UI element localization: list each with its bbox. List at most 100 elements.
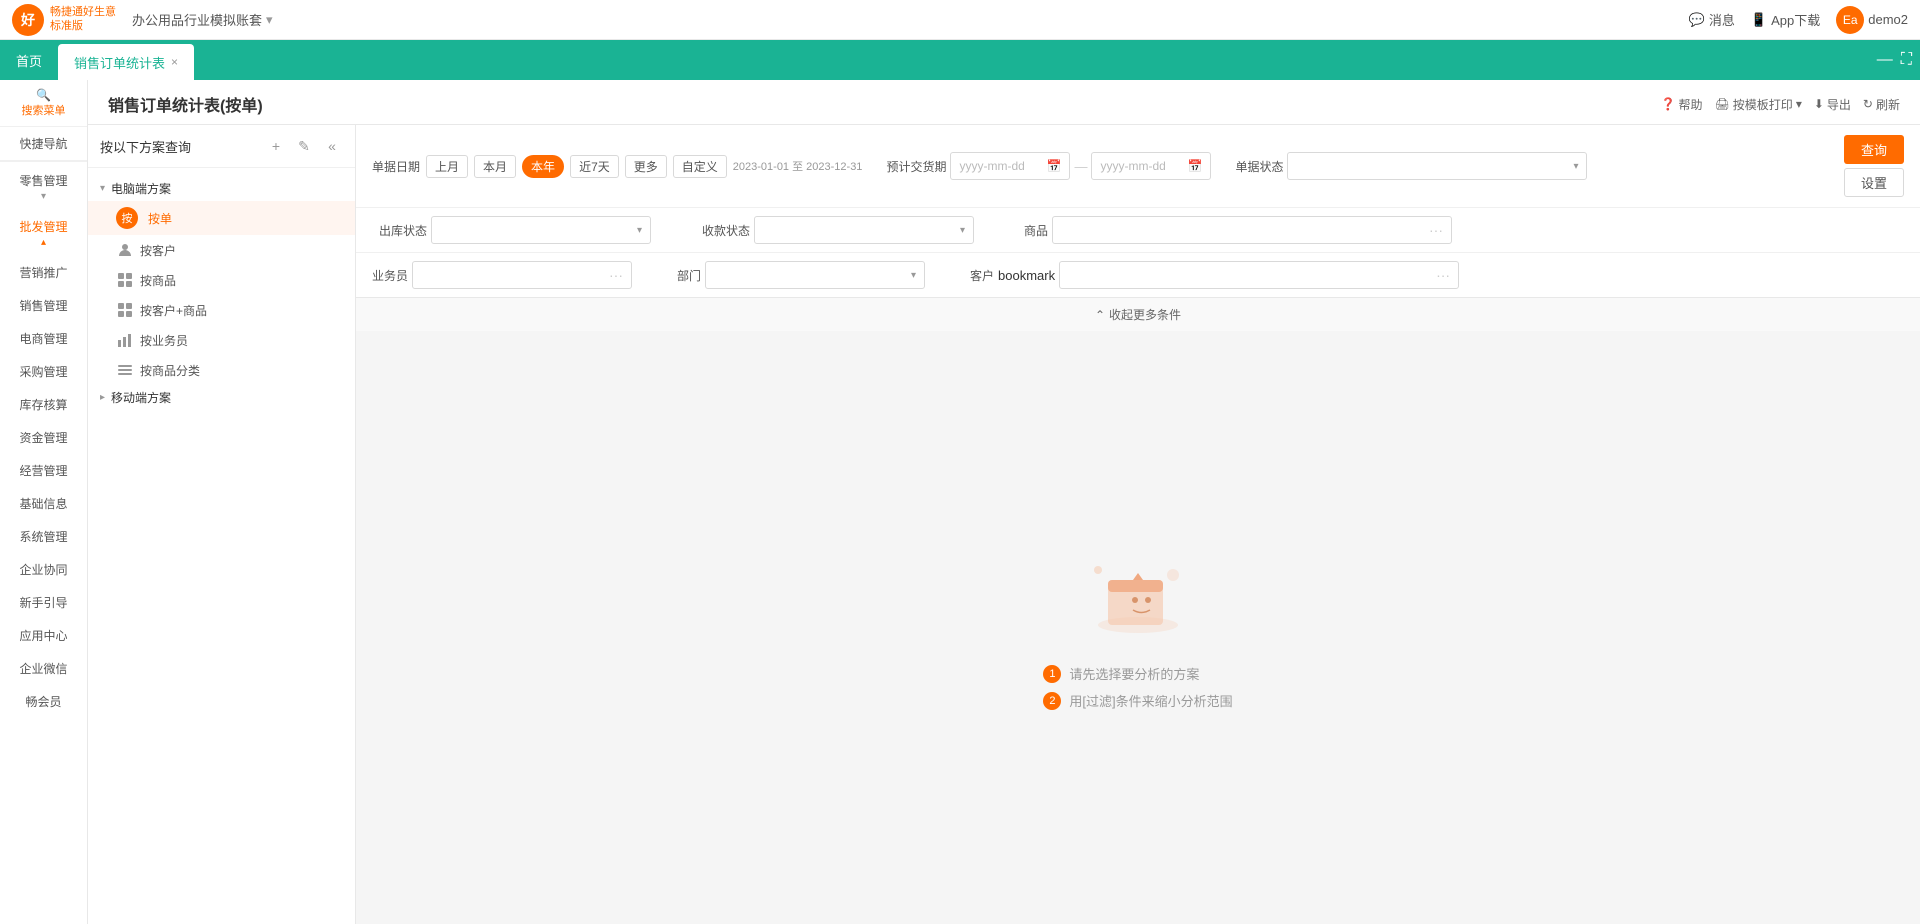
status-label: 单据状态: [1235, 158, 1283, 175]
download-icon: 📱: [1751, 12, 1767, 28]
sidebar-item-guide[interactable]: 新手引导: [0, 584, 87, 617]
edit-scheme-button[interactable]: ✎: [293, 135, 315, 157]
chevron-down-icon: ▾: [41, 191, 46, 202]
date-btn-custom[interactable]: 自定义: [673, 155, 727, 178]
sidebar-item-system[interactable]: 系统管理: [0, 518, 87, 551]
sidebar-item-member[interactable]: 畅会员: [0, 683, 87, 716]
date-btn-more[interactable]: 更多: [625, 155, 667, 178]
department-label: 部门: [676, 267, 701, 284]
sidebar-item-inventory[interactable]: 库存核算: [0, 386, 87, 419]
scheme-item-by-customer-goods[interactable]: 按客户+商品: [88, 295, 355, 325]
customer-input[interactable]: ···: [1059, 261, 1459, 289]
status-select[interactable]: ▾: [1287, 152, 1587, 180]
scheme-group-pc[interactable]: ▾ 电脑端方案: [88, 176, 355, 201]
window-minimize-button[interactable]: —: [1877, 51, 1893, 69]
scheme-group-mobile[interactable]: ▸ 移动端方案: [88, 385, 355, 410]
delivery-status-select[interactable]: ▾: [431, 216, 651, 244]
sidebar-item-retail[interactable]: 零售管理 ▾: [0, 162, 87, 208]
sidebar-item-wechat[interactable]: 企业微信: [0, 650, 87, 683]
message-button[interactable]: 💬 消息: [1689, 10, 1735, 29]
date-range-display: 2023-01-01 至 2023-12-31: [733, 158, 863, 174]
chevron-down-icon: ▾: [1796, 97, 1802, 111]
scheme-item-by-salesman[interactable]: 按业务员: [88, 325, 355, 355]
help-button[interactable]: ❓ 帮助: [1661, 96, 1703, 113]
more-icon2: ···: [609, 267, 623, 283]
scheme-item-by-customer[interactable]: 按客户: [88, 235, 355, 265]
scheme-item-by-order[interactable]: 按 按单: [88, 201, 355, 235]
avatar: Ea: [1836, 6, 1864, 34]
goods-label: 商品: [1018, 222, 1048, 239]
department-select[interactable]: ▾: [705, 261, 925, 289]
list-icon: [116, 361, 134, 379]
collapse-button[interactable]: ⌃ 收起更多条件: [1095, 306, 1181, 323]
sidebar-quick-nav[interactable]: 快捷导航: [0, 127, 87, 161]
sidebar-item-purchase[interactable]: 采购管理: [0, 353, 87, 386]
app-title[interactable]: 办公用品行业模拟账套 ▾: [132, 10, 1673, 29]
tip-num-1: 1: [1043, 665, 1061, 683]
content-area: 销售订单统计表(按单) ❓ 帮助 🖨 按模板打印 ▾ ⬇ 导出 ↻ 刷新: [88, 80, 1920, 924]
refresh-icon: ↻: [1863, 97, 1873, 111]
top-bar: 好 畅捷通好生意 标准版 办公用品行业模拟账套 ▾ 💬 消息 📱 App下载 E…: [0, 0, 1920, 40]
date-btn-this-year[interactable]: 本年: [522, 155, 564, 178]
scheme-item-by-goods[interactable]: 按商品: [88, 265, 355, 295]
sidebar-item-marketing[interactable]: 营销推广: [0, 254, 87, 287]
delivery-date-start-input[interactable]: yyyy-mm-dd 📅: [950, 152, 1070, 180]
export-icon: ⬇: [1814, 97, 1824, 111]
sidebar-item-wholesale[interactable]: 批发管理 ▴: [0, 208, 87, 254]
delivery-date-label: 预计交货期: [886, 158, 946, 175]
chevron-down-icon: ▾: [960, 225, 965, 236]
calendar-icon2: 📅: [1188, 159, 1203, 173]
date-btn-this-month[interactable]: 本月: [474, 155, 516, 178]
active-scheme-icon: 按: [116, 207, 138, 229]
more-icon3: ···: [1436, 267, 1450, 283]
window-maximize-button[interactable]: ⛶: [1901, 51, 1912, 69]
chevron-down-icon: ▾: [100, 183, 105, 194]
salesman-label: 业务员: [372, 267, 408, 284]
export-button[interactable]: ⬇ 导出: [1814, 96, 1851, 113]
app-download-button[interactable]: 📱 App下载: [1751, 10, 1820, 29]
sidebar-search[interactable]: 🔍 搜索菜单: [0, 80, 87, 127]
chevron-right-icon: ▸: [100, 392, 105, 403]
empty-tips: 1 请先选择要分析的方案 2 用[过滤]条件来缩小分析范围: [1043, 664, 1232, 710]
grid-icon: [116, 271, 134, 289]
sidebar-item-enterprise[interactable]: 企业协同: [0, 551, 87, 584]
date-label: 单据日期: [372, 158, 420, 175]
logo-icon: 好: [12, 4, 44, 36]
user-avatar-area[interactable]: Ea demo2: [1836, 6, 1908, 34]
query-button[interactable]: 查询: [1844, 135, 1904, 164]
template-print-button[interactable]: 🖨 按模板打印 ▾: [1715, 96, 1802, 113]
date-separator: —: [1074, 159, 1087, 174]
tab-close-button[interactable]: ×: [171, 55, 178, 69]
date-btn-last-month[interactable]: 上月: [426, 155, 468, 178]
sidebar-item-basic-info[interactable]: 基础信息: [0, 485, 87, 518]
date-btn-last7[interactable]: 近7天: [570, 155, 619, 178]
payment-status-select[interactable]: ▾: [754, 216, 974, 244]
sidebar: 🔍 搜索菜单 快捷导航 零售管理 ▾ 批发管理 ▴ 营销推广 销售管理 电商管理…: [0, 80, 88, 924]
collapse-bar[interactable]: ⌃ 收起更多条件: [356, 297, 1920, 331]
sidebar-item-ecommerce[interactable]: 电商管理: [0, 320, 87, 353]
delivery-status-label: 出库状态: [372, 222, 427, 239]
refresh-button[interactable]: ↻ 刷新: [1863, 96, 1900, 113]
delivery-date-end-input[interactable]: yyyy-mm-dd 📅: [1091, 152, 1211, 180]
tab-bar-right: — ⛶: [1877, 51, 1920, 69]
sidebar-item-operations[interactable]: 经营管理: [0, 452, 87, 485]
settings-button[interactable]: 设置: [1844, 168, 1904, 197]
tab-bar: 首页 销售订单统计表 × — ⛶: [0, 40, 1920, 80]
empty-illustration: [1078, 545, 1198, 648]
chevron-down-icon: ▾: [911, 270, 916, 281]
scheme-item-by-category[interactable]: 按商品分类: [88, 355, 355, 385]
left-panel: 按以下方案查询 + ✎ « ▾ 电脑端方案 按: [88, 125, 356, 924]
salesman-input[interactable]: ···: [412, 261, 632, 289]
add-scheme-button[interactable]: +: [265, 135, 287, 157]
chevron-down-icon: ▾: [1573, 161, 1578, 172]
goods-input[interactable]: ···: [1052, 216, 1452, 244]
sidebar-item-sales[interactable]: 销售管理: [0, 287, 87, 320]
empty-tip-2: 2 用[过滤]条件来缩小分析范围: [1043, 691, 1232, 710]
tip-num-2: 2: [1043, 692, 1061, 710]
tab-home[interactable]: 首页: [0, 40, 58, 80]
tab-sales-order-stats[interactable]: 销售订单统计表 ×: [58, 44, 194, 80]
sidebar-item-app-center[interactable]: 应用中心: [0, 617, 87, 650]
sidebar-item-finance[interactable]: 资金管理: [0, 419, 87, 452]
empty-state: 1 请先选择要分析的方案 2 用[过滤]条件来缩小分析范围: [356, 331, 1920, 924]
collapse-panel-button[interactable]: «: [321, 135, 343, 157]
